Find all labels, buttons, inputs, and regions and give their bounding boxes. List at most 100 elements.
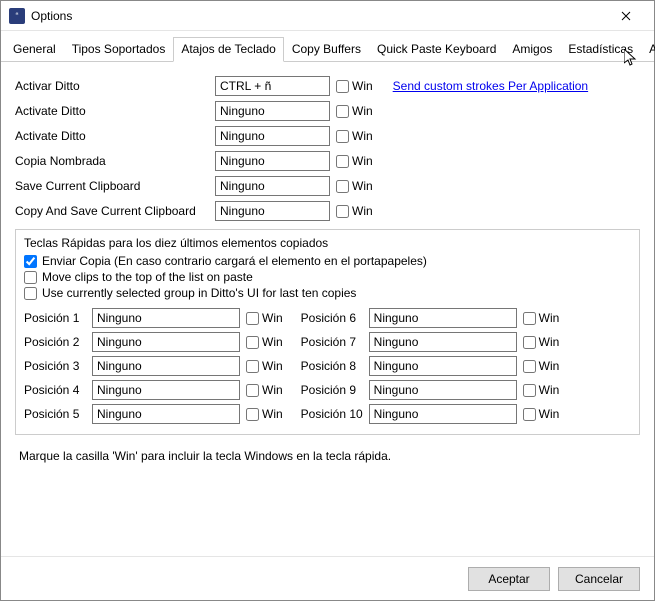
win-checkbox-wrap[interactable]: Win [523, 335, 560, 349]
tab-acerca-de[interactable]: Acerca de [641, 37, 655, 61]
win-label: Win [262, 359, 283, 373]
position-row: Posición 10 Win [301, 404, 560, 424]
win-checkbox-wrap[interactable]: Win [246, 359, 283, 373]
win-checkbox[interactable] [336, 180, 349, 193]
app-icon: “ [9, 8, 25, 24]
positions-col-right: Posición 6WinPosición 7WinPosición 8WinP… [301, 308, 560, 424]
win-checkbox[interactable] [523, 408, 536, 421]
win-checkbox-wrap[interactable]: Win [246, 311, 283, 325]
win-checkbox-wrap[interactable]: Win [336, 129, 373, 143]
shortcut-input[interactable] [215, 201, 330, 221]
position-input[interactable] [92, 404, 240, 424]
position-label: Posición 8 [301, 359, 369, 373]
win-label: Win [352, 204, 373, 218]
shortcut-input[interactable] [215, 151, 330, 171]
win-checkbox-wrap[interactable]: Win [246, 335, 283, 349]
win-label: Win [352, 79, 373, 93]
win-label: Win [539, 359, 560, 373]
position-label: Posición 7 [301, 335, 369, 349]
option-checkbox[interactable] [24, 271, 37, 284]
tab-estadísticas[interactable]: Estadísticas [560, 37, 641, 61]
win-checkbox[interactable] [336, 80, 349, 93]
group-title: Teclas Rápidas para los diez últimos ele… [24, 236, 631, 250]
position-input[interactable] [92, 356, 240, 376]
win-checkbox[interactable] [523, 312, 536, 325]
shortcut-label: Save Current Clipboard [15, 179, 215, 193]
send-custom-strokes-link[interactable]: Send custom strokes Per Application [393, 79, 588, 93]
ok-button[interactable]: Aceptar [468, 567, 550, 591]
shortcut-label: Copy And Save Current Clipboard [15, 204, 215, 218]
position-label: Posición 9 [301, 383, 369, 397]
win-label: Win [539, 383, 560, 397]
win-checkbox-wrap[interactable]: Win [523, 311, 560, 325]
position-input[interactable] [369, 332, 517, 352]
tab-general[interactable]: General [5, 37, 64, 61]
win-checkbox[interactable] [246, 384, 259, 397]
win-checkbox[interactable] [246, 336, 259, 349]
win-checkbox[interactable] [523, 384, 536, 397]
group-option[interactable]: Enviar Copia (En caso contrario cargará … [24, 254, 631, 268]
position-input[interactable] [92, 332, 240, 352]
cancel-button[interactable]: Cancelar [558, 567, 640, 591]
option-label: Move clips to the top of the list on pas… [42, 270, 253, 284]
shortcut-row: Save Current Clipboard Win [15, 176, 640, 196]
position-row: Posición 9 Win [301, 380, 560, 400]
titlebar: “ Options [1, 1, 654, 31]
tab-tipos-soportados[interactable]: Tipos Soportados [64, 37, 174, 61]
tab-copy-buffers[interactable]: Copy Buffers [284, 37, 369, 61]
position-input[interactable] [369, 356, 517, 376]
position-input[interactable] [369, 308, 517, 328]
tab-atajos-de-teclado[interactable]: Atajos de Teclado [173, 37, 284, 62]
shortcut-input[interactable] [215, 126, 330, 146]
tab-amigos[interactable]: Amigos [504, 37, 560, 61]
shortcut-input[interactable] [215, 176, 330, 196]
win-checkbox-wrap[interactable]: Win [246, 407, 283, 421]
group-option[interactable]: Move clips to the top of the list on pas… [24, 270, 631, 284]
close-button[interactable] [606, 2, 646, 30]
win-checkbox[interactable] [336, 205, 349, 218]
win-checkbox-wrap[interactable]: Win [336, 154, 373, 168]
position-label: Posición 3 [24, 359, 92, 373]
win-checkbox[interactable] [246, 408, 259, 421]
shortcut-row: Activar DittoWinSend custom strokes Per … [15, 76, 640, 96]
position-input[interactable] [369, 380, 517, 400]
win-label: Win [352, 154, 373, 168]
position-row: Posición 3 Win [24, 356, 283, 376]
win-checkbox-wrap[interactable]: Win [523, 359, 560, 373]
position-input[interactable] [369, 404, 517, 424]
win-label: Win [262, 407, 283, 421]
win-label: Win [262, 335, 283, 349]
win-checkbox[interactable] [336, 155, 349, 168]
win-checkbox-wrap[interactable]: Win [523, 407, 560, 421]
win-checkbox-wrap[interactable]: Win [523, 383, 560, 397]
group-option[interactable]: Use currently selected group in Ditto's … [24, 286, 631, 300]
position-row: Posición 5Win [24, 404, 283, 424]
win-checkbox[interactable] [336, 105, 349, 118]
shortcut-input[interactable] [215, 101, 330, 121]
option-checkbox[interactable] [24, 255, 37, 268]
option-checkbox[interactable] [24, 287, 37, 300]
win-checkbox-wrap[interactable]: Win [336, 204, 373, 218]
win-checkbox-wrap[interactable]: Win [336, 104, 373, 118]
win-checkbox-wrap[interactable]: Win [246, 383, 283, 397]
position-input[interactable] [92, 308, 240, 328]
win-label: Win [262, 383, 283, 397]
position-label: Posición 6 [301, 311, 369, 325]
position-row: Posición 6 Win [301, 308, 560, 328]
shortcut-label: Activate Ditto [15, 129, 215, 143]
lastten-group: Teclas Rápidas para los diez últimos ele… [15, 229, 640, 435]
win-checkbox[interactable] [246, 312, 259, 325]
win-checkbox[interactable] [336, 130, 349, 143]
position-input[interactable] [92, 380, 240, 400]
win-checkbox-wrap[interactable]: Win [336, 79, 373, 93]
win-checkbox-wrap[interactable]: Win [336, 179, 373, 193]
shortcut-input[interactable] [215, 76, 330, 96]
positions-container: Posición 1WinPosición 2WinPosición 3WinP… [24, 308, 631, 424]
win-checkbox[interactable] [523, 360, 536, 373]
tab-quick-paste-keyboard[interactable]: Quick Paste Keyboard [369, 37, 504, 61]
win-checkbox[interactable] [523, 336, 536, 349]
option-label: Use currently selected group in Ditto's … [42, 286, 356, 300]
win-checkbox[interactable] [246, 360, 259, 373]
position-label: Posición 10 [301, 407, 369, 421]
position-label: Posición 2 [24, 335, 92, 349]
